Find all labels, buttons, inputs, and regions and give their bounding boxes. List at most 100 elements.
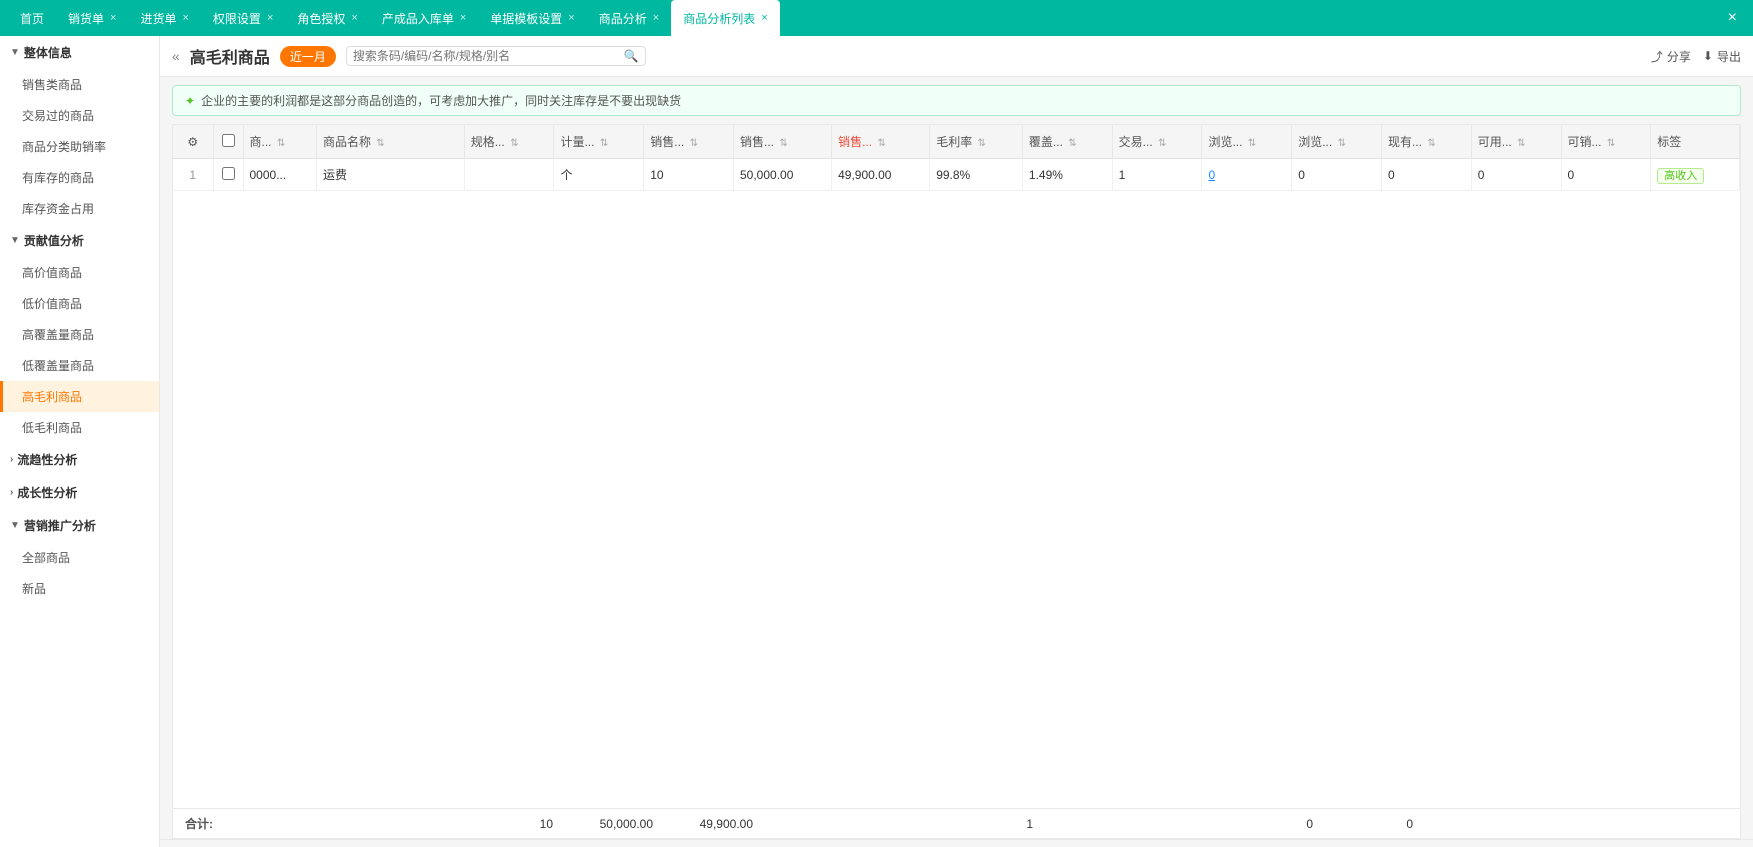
th-browse2[interactable]: 浏览... ⇅ [1292, 125, 1382, 159]
sidebar-item-inventory-capital[interactable]: 库存资金占用 [0, 193, 159, 224]
chevron-growth: › [10, 487, 13, 498]
th-browse1-label: 浏览... [1208, 135, 1242, 149]
sidebar-item-high-value[interactable]: 高价值商品 [0, 257, 159, 288]
page-title: 高毛利商品 [190, 44, 270, 68]
cell-unit: 个 [554, 159, 644, 191]
sidebar-item-high-margin[interactable]: 高毛利商品 [0, 381, 159, 412]
th-current[interactable]: 现有... ⇅ [1381, 125, 1471, 159]
sidebar-group-contribution[interactable]: ▼ 贡献值分析 [0, 224, 159, 257]
th-code-label: 商... [250, 135, 272, 149]
share-button[interactable]: ⤴ 分享 [1651, 48, 1691, 65]
table-row: 1 0000... 运费 个 10 50,000.00 49,900.00 99… [173, 159, 1740, 191]
th-check[interactable] [213, 125, 243, 159]
nav-item-analysis[interactable]: 商品分析 × [587, 0, 671, 36]
search-icon[interactable]: 🔍 [624, 49, 639, 63]
sort-icon-spec: ⇅ [510, 138, 518, 149]
settings-icon[interactable]: ⚙ [187, 135, 198, 149]
nav-label-purchase: 进货单 [140, 10, 176, 27]
nav-close-role[interactable]: × [351, 12, 357, 24]
th-settings[interactable]: ⚙ [173, 125, 213, 159]
nav-item-inventory[interactable]: 产成品入库单 × [370, 0, 478, 36]
nav-close-analysis-list[interactable]: × [761, 12, 767, 24]
nav-item-sales[interactable]: 销货单 × [56, 0, 128, 36]
cell-name: 运费 [316, 159, 464, 191]
th-unit[interactable]: 计量... ⇅ [554, 125, 644, 159]
sidebar-group-growth[interactable]: › 成长性分析 [0, 476, 159, 509]
th-tag[interactable]: 标签 [1651, 125, 1740, 159]
sidebar-toggle-button[interactable]: « [172, 48, 180, 64]
nav-close-permission[interactable]: × [267, 12, 273, 24]
th-transaction-label: 交易... [1119, 135, 1153, 149]
nav-close-analysis[interactable]: × [653, 12, 659, 24]
th-sales-profit[interactable]: 销售... ⇅ [832, 125, 930, 159]
nav-item-analysis-list[interactable]: 商品分析列表 × [671, 0, 779, 36]
th-coverage[interactable]: 覆盖... ⇅ [1022, 125, 1112, 159]
sidebar-item-sales-goods[interactable]: 销售类商品 [0, 69, 159, 100]
bottom-scrollbar[interactable] [160, 839, 1753, 847]
th-available-label: 可用... [1478, 135, 1512, 149]
sidebar-item-low-coverage[interactable]: 低覆盖量商品 [0, 350, 159, 381]
table-header-row: ⚙ 商... ⇅ 商品名称 ⇅ [173, 125, 1740, 159]
sort-icon-sales-profit: ⇅ [877, 138, 885, 149]
sidebar-item-category-rate[interactable]: 商品分类助销率 [0, 131, 159, 162]
search-input[interactable] [353, 49, 620, 63]
nav-close-sales[interactable]: × [110, 12, 116, 24]
nav-label-sales: 销货单 [68, 10, 104, 27]
nav-item-home[interactable]: 首页 [8, 0, 56, 36]
export-icon: ⬇ [1703, 49, 1713, 63]
th-code[interactable]: 商... ⇅ [243, 125, 316, 159]
nav-close-purchase[interactable]: × [182, 12, 188, 24]
sidebar-group-marketing[interactable]: ▼ 营销推广分析 [0, 509, 159, 542]
nav-label-home: 首页 [20, 10, 44, 27]
export-button[interactable]: ⬇ 导出 [1703, 48, 1741, 65]
chevron-overall: ▼ [10, 47, 20, 58]
nav-item-purchase[interactable]: 进货单 × [128, 0, 200, 36]
nav-item-template[interactable]: 单据模板设置 × [478, 0, 586, 36]
sidebar-item-stocked-goods[interactable]: 有库存的商品 [0, 162, 159, 193]
close-all-button[interactable]: × [1720, 9, 1745, 27]
cell-available: 0 [1471, 159, 1561, 191]
th-coverage-label: 覆盖... [1029, 135, 1063, 149]
sort-icon-sellable: ⇅ [1607, 138, 1615, 149]
th-sales-qty[interactable]: 销售... ⇅ [644, 125, 734, 159]
cell-gross-margin: 99.8% [930, 159, 1023, 191]
nav-label-role: 角色授权 [297, 10, 345, 27]
th-browse2-label: 浏览... [1298, 135, 1332, 149]
share-label: 分享 [1667, 48, 1691, 65]
row-checkbox[interactable] [222, 167, 235, 180]
th-transaction[interactable]: 交易... ⇅ [1112, 125, 1202, 159]
cell-current: 0 [1381, 159, 1471, 191]
nav-close-template[interactable]: × [568, 12, 574, 24]
cell-browse1[interactable]: 0 [1202, 159, 1292, 191]
cell-check[interactable] [213, 159, 243, 191]
sort-icon-unit: ⇅ [600, 138, 608, 149]
nav-item-role[interactable]: 角色授权 × [285, 0, 369, 36]
cell-spec [464, 159, 554, 191]
select-all-checkbox[interactable] [222, 134, 235, 147]
sidebar-item-all-goods[interactable]: 全部商品 [0, 542, 159, 573]
th-gross-margin[interactable]: 毛利率 ⇅ [930, 125, 1023, 159]
th-sales-amount[interactable]: 销售... ⇅ [734, 125, 832, 159]
th-sellable[interactable]: 可销... ⇅ [1561, 125, 1651, 159]
th-unit-label: 计量... [560, 135, 594, 149]
sort-icon-sales-amount: ⇅ [779, 138, 787, 149]
th-current-label: 现有... [1388, 135, 1422, 149]
filter-recent-month-button[interactable]: 近一月 [280, 46, 336, 67]
sidebar-item-traded-goods[interactable]: 交易过的商品 [0, 100, 159, 131]
table-container: ⚙ 商... ⇅ 商品名称 ⇅ [172, 124, 1741, 809]
th-browse1[interactable]: 浏览... ⇅ [1202, 125, 1292, 159]
sidebar-item-high-coverage[interactable]: 高覆盖量商品 [0, 319, 159, 350]
nav-item-permission[interactable]: 权限设置 × [201, 0, 285, 36]
nav-close-inventory[interactable]: × [460, 12, 466, 24]
sort-icon-available: ⇅ [1517, 138, 1525, 149]
th-name[interactable]: 商品名称 ⇅ [316, 125, 464, 159]
footer-available: 0 [1333, 817, 1413, 831]
sidebar-item-low-margin[interactable]: 低毛利商品 [0, 412, 159, 443]
th-available[interactable]: 可用... ⇅ [1471, 125, 1561, 159]
sidebar-group-trend[interactable]: › 流趋性分析 [0, 443, 159, 476]
sidebar-item-new-goods[interactable]: 新品 [0, 573, 159, 604]
th-spec[interactable]: 规格... ⇅ [464, 125, 554, 159]
sidebar-item-low-value[interactable]: 低价值商品 [0, 288, 159, 319]
sidebar-group-overall[interactable]: ▼ 整体信息 [0, 36, 159, 69]
footer-sales-profit: 49,900.00 [673, 817, 753, 831]
